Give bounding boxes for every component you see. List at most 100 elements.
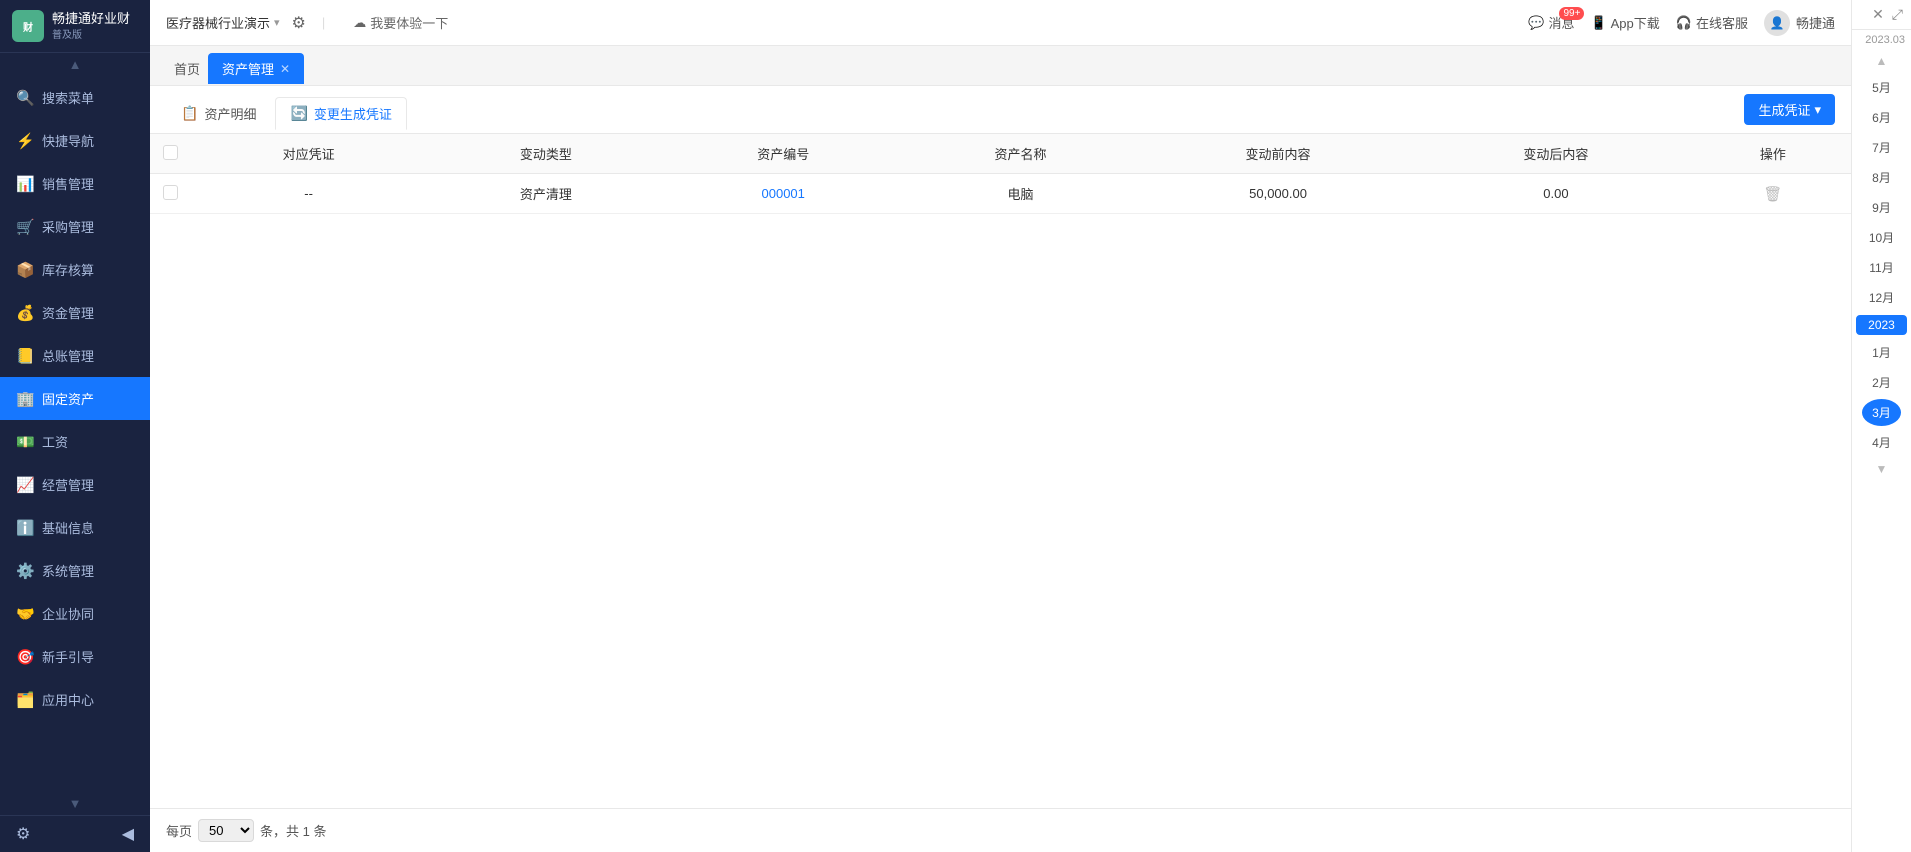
sidebar-item-system[interactable]: ⚙️ 系统管理: [0, 549, 150, 592]
month-item-month-11[interactable]: 11月: [1856, 253, 1907, 282]
tab-asset-mgmt[interactable]: 资产管理 ✕: [208, 53, 304, 84]
delete-icon[interactable]: 🗑: [1763, 186, 1782, 203]
year-badge-2023[interactable]: 2023: [1856, 315, 1907, 335]
app-download-label: App下载: [1611, 13, 1660, 32]
month-item-month-6[interactable]: 6月: [1856, 103, 1907, 132]
logo-sub: 普及版: [52, 26, 130, 41]
th-select-all[interactable]: [150, 134, 190, 174]
sidebar-item-label: 经营管理: [42, 475, 94, 494]
pagination: 每页 50 10 20 100 条，共 1 条: [150, 808, 1851, 852]
month-item-month-10[interactable]: 10月: [1856, 223, 1907, 252]
collapse-icon[interactable]: ◀: [122, 824, 134, 844]
sidebar-item-ledger[interactable]: 📒总账管理: [0, 334, 150, 377]
th-action: 操作: [1695, 134, 1851, 174]
collab-icon: 🤝: [16, 605, 34, 623]
table-wrapper: 对应凭证 变动类型 资产编号 资产名称 变动前内容 变动后内容 操作 -- 资产…: [150, 134, 1851, 808]
month-item-month-7[interactable]: 7月: [1856, 133, 1907, 162]
asset-table: 对应凭证 变动类型 资产编号 资产名称 变动前内容 变动后内容 操作 -- 资产…: [150, 134, 1851, 214]
sidebar-nav: 🔍搜索菜单 ⚡ 快捷导航 📊销售管理🛒采购管理📦库存核算 💰 资金管理 📒总账管理🏢固定资产…: [0, 76, 150, 792]
panel-expand-button[interactable]: ⤢: [1890, 4, 1905, 25]
sidebar-item-label: 销售管理: [42, 174, 94, 193]
sidebar-item-purchase[interactable]: 🛒采购管理: [0, 205, 150, 248]
sidebar-logo: 财 畅捷通好业财 普及版: [0, 0, 150, 53]
change-icon: 🔄: [290, 105, 307, 122]
message-icon: 💬: [1528, 15, 1544, 31]
system-icon: ⚙️: [16, 562, 34, 580]
per-page-select[interactable]: 50 10 20 100: [198, 819, 254, 842]
basic_info-icon: ℹ️: [16, 519, 34, 537]
sidebar-item-payroll[interactable]: 💵工资: [0, 420, 150, 463]
per-page-label: 每页: [166, 821, 192, 840]
company-selector[interactable]: 医疗器械行业演示 ▾: [166, 13, 280, 32]
row-checkbox-cell[interactable]: [150, 174, 190, 214]
month-item-month-3[interactable]: 3月: [1862, 399, 1901, 426]
sidebar-item-capital[interactable]: 💰 资金管理: [0, 291, 150, 334]
sidebar-bottom: ⚙ ◀: [0, 815, 150, 852]
sidebar-item-search[interactable]: 🔍搜索菜单: [0, 76, 150, 119]
row-checkbox[interactable]: [163, 185, 178, 200]
subtab-change-voucher-label: 变更生成凭证: [314, 104, 392, 123]
cloud-icon: ☁: [353, 15, 366, 31]
month-item-month-9[interactable]: 9月: [1856, 193, 1907, 222]
subtab-asset-list-label: 资产明细: [204, 104, 256, 123]
topbar-right: 💬 消息 99+ 📱 App下载 🎧 在线客服 👤 畅捷通: [1528, 10, 1835, 36]
month-item-month-4[interactable]: 4月: [1856, 428, 1907, 457]
sidebar-item-label: 快捷导航: [42, 131, 94, 150]
tab-close-icon[interactable]: ✕: [280, 62, 290, 76]
quicknav-icon: ⚡: [16, 132, 34, 150]
payroll-icon: 💵: [16, 433, 34, 451]
support-btn[interactable]: 🎧 在线客服: [1676, 13, 1748, 32]
month-nav-up[interactable]: ▲: [1852, 50, 1911, 72]
user-menu[interactable]: 👤 畅捷通: [1764, 10, 1835, 36]
panel-close-button[interactable]: ✕: [1870, 4, 1886, 25]
sidebar-item-inventory[interactable]: 📦库存核算: [0, 248, 150, 291]
month-item-month-12[interactable]: 12月: [1856, 283, 1907, 312]
sidebar-item-label: 资金管理: [42, 303, 94, 322]
sidebar-item-label: 基础信息: [42, 518, 94, 537]
capital-icon: 💰: [16, 304, 34, 322]
experience-btn[interactable]: ☁ 我要体验一下: [353, 13, 448, 32]
settings-icon[interactable]: ⚙: [16, 824, 30, 844]
sidebar-scroll-up[interactable]: ▲: [0, 53, 150, 76]
month-item-month-1[interactable]: 1月: [1856, 338, 1907, 367]
right-panel: ✕ ⤢ 2023.03 ▲ 5月6月7月8月9月10月11月12月 2023 1…: [1851, 0, 1911, 852]
sidebar-item-collab[interactable]: 🤝企业协同: [0, 592, 150, 635]
sidebar-item-basic_info[interactable]: ℹ️ 基础信息: [0, 506, 150, 549]
cell-type: 资产清理: [427, 174, 664, 214]
experience-label: 我要体验一下: [370, 13, 448, 32]
month-item-month-5[interactable]: 5月: [1856, 73, 1907, 102]
message-btn[interactable]: 💬 消息 99+: [1528, 13, 1574, 32]
cell-action[interactable]: 🗑: [1695, 174, 1851, 214]
select-all-checkbox[interactable]: [163, 145, 178, 160]
cell-asset-code: 000001: [665, 174, 902, 214]
sidebar-item-label: 系统管理: [42, 561, 94, 580]
main-content: 医疗器械行业演示 ▾ ⚙ | ☁ 我要体验一下 💬 消息 99+ 📱 App下载…: [150, 0, 1851, 852]
month-nav-down[interactable]: ▼: [1852, 458, 1911, 480]
topbar-settings-icon[interactable]: ⚙: [292, 13, 306, 33]
list-icon: 📋: [181, 105, 198, 122]
sidebar-item-sales[interactable]: 📊销售管理: [0, 162, 150, 205]
tab-home[interactable]: 首页: [166, 53, 208, 84]
sidebar-item-guide[interactable]: 🎯新手引导: [0, 635, 150, 678]
app-download-btn[interactable]: 📱 App下载: [1590, 13, 1659, 32]
total-label: 条，共 1 条: [260, 821, 326, 840]
sidebar: 财 畅捷通好业财 普及版 ▲ 🔍搜索菜单 ⚡ 快捷导航 📊销售管理🛒采购管理📦库存核算…: [0, 0, 150, 852]
headphone-icon: 🎧: [1676, 15, 1692, 31]
sidebar-item-appstore[interactable]: 🗂️应用中心: [0, 678, 150, 721]
sidebar-item-quicknav[interactable]: ⚡ 快捷导航: [0, 119, 150, 162]
th-asset-code: 资产编号: [665, 134, 902, 174]
phone-icon: 📱: [1590, 15, 1606, 31]
th-asset-name: 资产名称: [902, 134, 1139, 174]
username: 畅捷通: [1796, 13, 1835, 32]
panel-header: ✕ ⤢: [1852, 0, 1911, 30]
th-before: 变动前内容: [1139, 134, 1417, 174]
tabsbar: 首页 资产管理 ✕: [150, 46, 1851, 86]
subtab-asset-list[interactable]: 📋 资产明细: [166, 97, 271, 130]
sidebar-item-operations[interactable]: 📈经营管理: [0, 463, 150, 506]
month-item-month-2[interactable]: 2月: [1856, 368, 1907, 397]
month-item-month-8[interactable]: 8月: [1856, 163, 1907, 192]
subtab-change-voucher[interactable]: 🔄 变更生成凭证: [275, 97, 406, 130]
sidebar-scroll-down[interactable]: ▼: [0, 792, 150, 815]
generate-voucher-button[interactable]: 生成凭证 ▾: [1744, 94, 1835, 125]
sidebar-item-fixed_assets[interactable]: 🏢固定资产: [0, 377, 150, 420]
